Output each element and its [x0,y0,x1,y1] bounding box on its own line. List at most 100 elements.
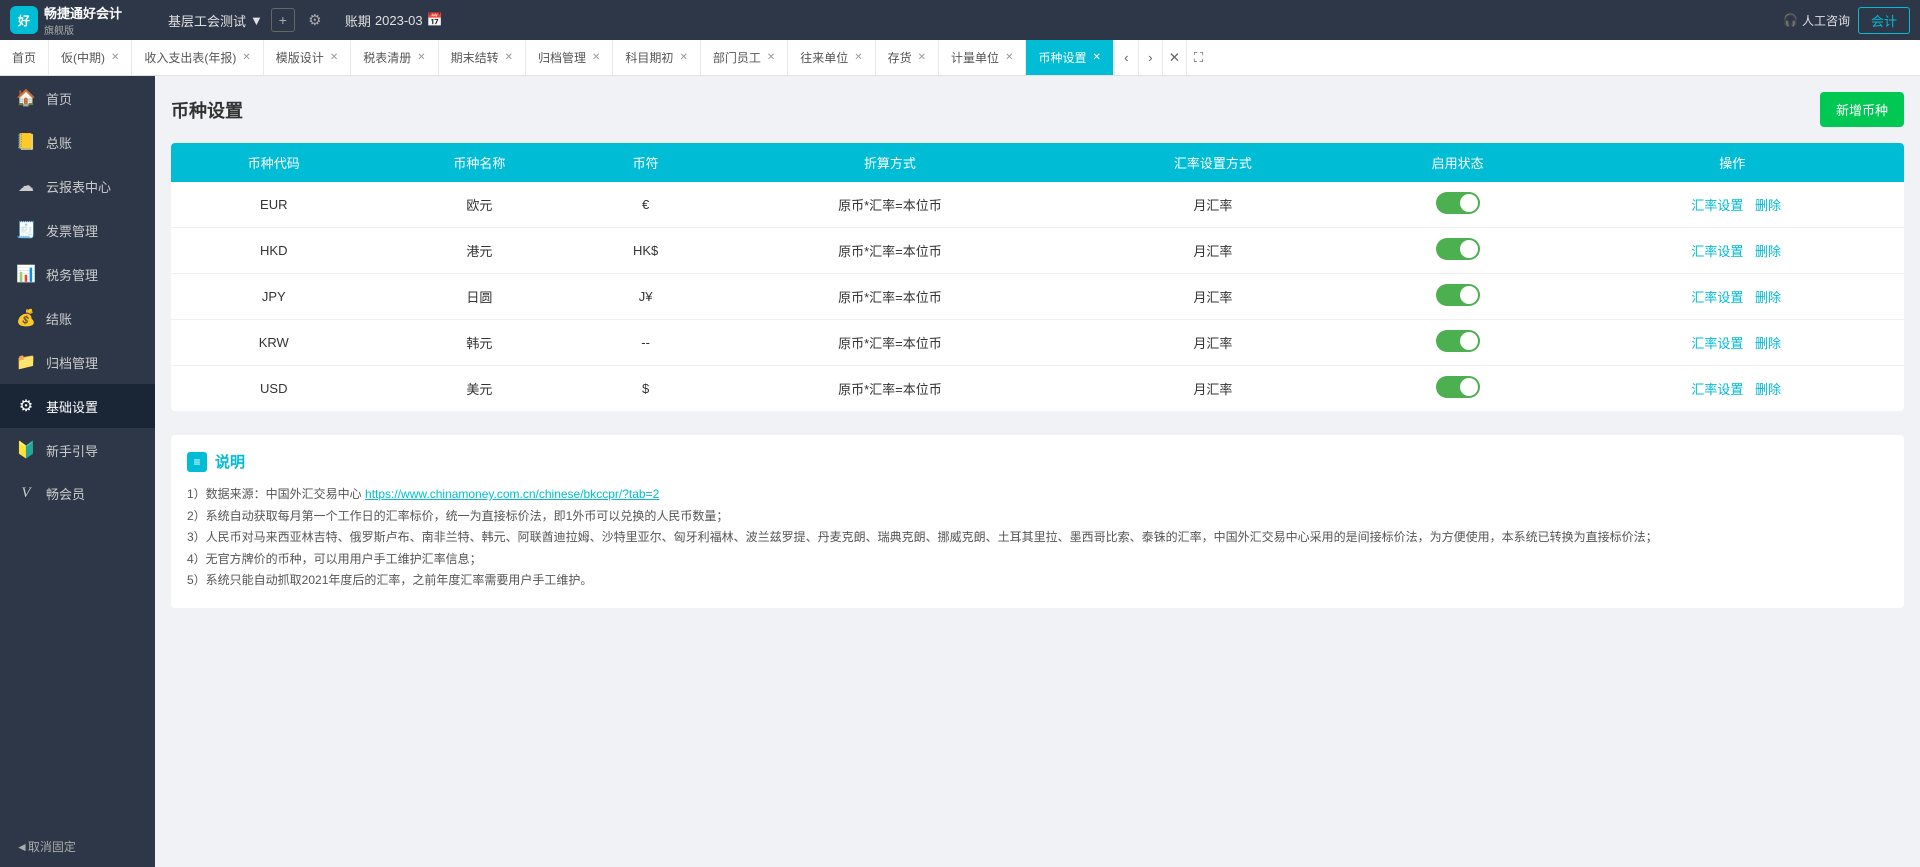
notice-item-3: 3）人民币对马来西亚林吉特、俄罗斯卢布、南非兰特、韩元、阿联酋迪拉姆、沙特里亚尔… [187,527,1888,549]
period-info: 账期 2023-03 📅 [345,11,443,30]
member-icon: V [16,485,36,502]
table-row: HKD 港元 HK$ 原币*汇率=本位币 月汇率 汇率设置 删除 [171,228,1904,274]
tab-tax-table[interactable]: 税表清册 ✕ [351,40,438,75]
cell-rate-type-4: 月汇率 [1071,366,1355,412]
cell-status-0[interactable] [1355,182,1561,228]
tab-annual-report[interactable]: 收入支出表(年报) ✕ [132,40,263,75]
cell-status-4[interactable] [1355,366,1561,412]
sidebar-item-guide[interactable]: 🔰 新手引导 [0,428,155,472]
delete-btn-0[interactable]: 删除 [1755,198,1781,213]
tab-dept-staff[interactable]: 部门员工 ✕ [701,40,788,75]
sidebar-item-archive[interactable]: 📁 归档管理 [0,340,155,384]
customer-service-button[interactable]: 🎧 人工咨询 [1783,12,1850,29]
cell-status-2[interactable] [1355,274,1561,320]
tab-interim[interactable]: 仮(中期) ✕ [49,40,132,75]
tab-subject-init[interactable]: 科目期初 ✕ [613,40,700,75]
toggle-switch-1[interactable] [1436,238,1480,260]
sidebar-item-ledger[interactable]: 📒 总账 [0,120,155,164]
tab-inventory[interactable]: 存货 ✕ [876,40,939,75]
tab-home[interactable]: 首页 [0,40,49,75]
sidebar-item-settle[interactable]: 💰 结账 [0,296,155,340]
delete-btn-1[interactable]: 删除 [1755,244,1781,259]
notice-item-1: 1）数据来源：中国外汇交易中心 https://www.chinamoney.c… [187,484,1888,506]
col-status: 启用状态 [1355,143,1561,182]
account-button[interactable]: 会计 [1858,7,1910,34]
tab-period-close-label: 期末结转 [451,49,499,66]
rate-setting-btn-1[interactable]: 汇率设置 [1691,244,1743,259]
cell-name-0: 欧元 [377,182,583,228]
col-action: 操作 [1560,143,1904,182]
cell-rate-type-0: 月汇率 [1071,182,1355,228]
delete-btn-3[interactable]: 删除 [1755,336,1781,351]
delete-btn-2[interactable]: 删除 [1755,290,1781,305]
sidebar-item-invoice[interactable]: 🧾 发票管理 [0,208,155,252]
cell-symbol-2: J¥ [582,274,709,320]
cell-status-1[interactable] [1355,228,1561,274]
tab-unit-close[interactable]: ✕ [1005,52,1013,63]
notice-icon: ≡ [187,452,207,472]
tab-next-button[interactable]: › [1138,40,1162,76]
rate-setting-btn-2[interactable]: 汇率设置 [1691,290,1743,305]
tab-template-close[interactable]: ✕ [330,52,338,63]
org-selector[interactable]: 基层工会测试 ▼ [168,11,263,30]
cell-rate-type-2: 月汇率 [1071,274,1355,320]
rate-setting-btn-4[interactable]: 汇率设置 [1691,382,1743,397]
settings-gear-button[interactable]: ⚙ [303,8,327,32]
delete-btn-4[interactable]: 删除 [1755,382,1781,397]
invoice-icon: 🧾 [16,220,36,240]
tab-inventory-close[interactable]: ✕ [918,52,926,63]
sidebar-unpin[interactable]: ◄取消固定 [0,826,155,867]
tab-period-close-x[interactable]: ✕ [505,52,513,63]
col-name: 币种名称 [377,143,583,182]
table-row: KRW 韩元 -- 原币*汇率=本位币 月汇率 汇率设置 删除 [171,320,1904,366]
sidebar-home-label: 首页 [46,89,72,108]
tab-archive[interactable]: 归档管理 ✕ [526,40,613,75]
tab-tax-table-close[interactable]: ✕ [417,52,425,63]
notice-item-5: 5）系统只能自动抓取2021年度后的汇率，之前年度汇率需要用户手工维护。 [187,570,1888,592]
sidebar-item-home[interactable]: 🏠 首页 [0,76,155,120]
tab-currency[interactable]: 币种设置 ✕ [1026,40,1113,75]
org-name: 基层工会测试 [168,11,246,30]
tab-currency-close[interactable]: ✕ [1092,52,1100,63]
tab-bar: 首页 仮(中期) ✕ 收入支出表(年报) ✕ 模版设计 ✕ 税表清册 ✕ 期末结… [0,40,1920,76]
cell-rate-type-1: 月汇率 [1071,228,1355,274]
cell-status-3[interactable] [1355,320,1561,366]
tab-close-button[interactable]: ✕ [1162,40,1186,76]
tab-prev-button[interactable]: ‹ [1114,40,1138,76]
col-symbol: 币符 [582,143,709,182]
toggle-switch-2[interactable] [1436,284,1480,306]
rate-setting-btn-3[interactable]: 汇率设置 [1691,336,1743,351]
tab-inventory-label: 存货 [888,49,912,66]
sidebar-item-reports[interactable]: ☁ 云报表中心 [0,164,155,208]
home-icon: 🏠 [16,88,36,108]
gear-icon: ⚙ [16,396,36,416]
rate-setting-btn-0[interactable]: 汇率设置 [1691,198,1743,213]
tab-interim-close[interactable]: ✕ [111,52,119,63]
tab-expand-button[interactable]: ⛶ [1186,40,1210,76]
col-rate-type: 汇率设置方式 [1071,143,1355,182]
add-org-button[interactable]: + [271,8,295,32]
sidebar-item-tax[interactable]: 📊 税务管理 [0,252,155,296]
toggle-switch-4[interactable] [1436,376,1480,398]
tab-dept-staff-close[interactable]: ✕ [767,52,775,63]
toggle-switch-0[interactable] [1436,192,1480,214]
tab-annual-close[interactable]: ✕ [242,52,250,63]
tab-contacts-close[interactable]: ✕ [854,52,862,63]
tab-archive-close[interactable]: ✕ [592,52,600,63]
new-currency-button[interactable]: 新增币种 [1820,92,1904,127]
tab-template[interactable]: 模版设计 ✕ [264,40,351,75]
cell-code-4: USD [171,366,377,412]
toggle-switch-3[interactable] [1436,330,1480,352]
logo-sub: 旗舰版 [44,22,122,37]
tab-period-close[interactable]: 期末结转 ✕ [439,40,526,75]
calendar-icon[interactable]: 📅 [427,12,443,28]
sidebar-item-member[interactable]: V 畅会员 [0,472,155,515]
tab-contacts[interactable]: 往来单位 ✕ [788,40,875,75]
tab-subject-init-close[interactable]: ✕ [679,52,687,63]
sidebar-settle-label: 结账 [46,309,72,328]
cell-symbol-1: HK$ [582,228,709,274]
tab-interim-label: 仮(中期) [61,49,105,66]
tab-unit[interactable]: 计量单位 ✕ [939,40,1026,75]
notice-link[interactable]: https://www.chinamoney.com.cn/chinese/bk… [365,487,659,501]
sidebar-item-basic[interactable]: ⚙ 基础设置 [0,384,155,428]
